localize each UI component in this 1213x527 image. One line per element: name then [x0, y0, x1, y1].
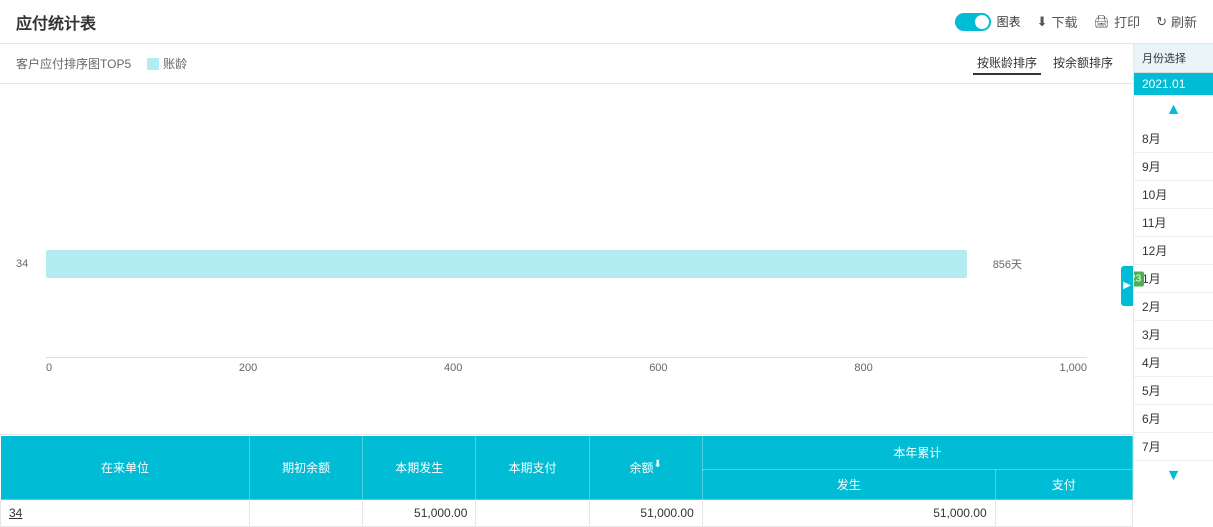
- app-header: 应付统计表 图表 ⬇ 下载 🖨 打印 ↻ 刷新: [0, 0, 1213, 44]
- x-label-0: 0: [46, 362, 52, 374]
- cell-laiwai: 34: [1, 500, 250, 527]
- sidebar-month-9[interactable]: 9月: [1134, 153, 1213, 181]
- chart-toggle-container[interactable]: 图表: [955, 13, 1021, 31]
- sidebar-year-2023-badge: 2023: [1133, 272, 1144, 287]
- th-laiwai: 在来单位: [1, 436, 250, 500]
- sidebar-year-label[interactable]: 2021.01: [1134, 73, 1213, 95]
- data-table: 在来单位 期初余额 本期发生 本期支付 余额⬇ 本年累计 发生 支付: [0, 435, 1133, 527]
- laiwai-link[interactable]: 34: [9, 506, 22, 520]
- th-benqi-zhifu: 本期支付: [476, 436, 589, 500]
- sidebar-month-5[interactable]: 5月: [1134, 377, 1213, 405]
- x-label-1000: 1,000: [1059, 362, 1087, 374]
- chart-header: 客户应付排序图TOP5 账龄 按账龄排序 按余额排序: [0, 44, 1133, 84]
- sort-by-balance-button[interactable]: 按账龄排序: [973, 52, 1041, 75]
- sidebar-month-11[interactable]: 11月: [1134, 209, 1213, 237]
- bar-end-label: 856天: [993, 256, 1022, 272]
- right-sidebar: 月份选择 2021.01 ▲ 8月 9月 10月 11月 12月 2023 1月…: [1133, 44, 1213, 491]
- chart-legend: 客户应付排序图TOP5 账龄: [16, 55, 187, 72]
- sidebar-month-8[interactable]: 8月: [1134, 125, 1213, 153]
- legend-color-zhangling: [147, 58, 159, 70]
- sidebar-collapse-arrow[interactable]: ▶: [1121, 266, 1133, 306]
- cell-yue: 51,000.00: [589, 500, 702, 527]
- chart-toggle-label: 图表: [997, 13, 1021, 30]
- download-label: 下载: [1052, 12, 1078, 31]
- sidebar-month-10[interactable]: 10月: [1134, 181, 1213, 209]
- download-icon: ⬇: [1037, 14, 1048, 30]
- sidebar-wrapper: ▶ 月份选择 2021.01 ▲ 8月 9月 10月 11月 12月 2023 …: [1133, 44, 1213, 527]
- cell-bennian-fasheng: 51,000.00: [702, 500, 995, 527]
- th-yue: 余额⬇: [589, 436, 702, 500]
- cell-benqi-fasheng: 51,000.00: [363, 500, 476, 527]
- chart-plot-area: 34 856天 0 200 400 600 800 1,000: [16, 154, 1087, 374]
- sort-by-amount-button[interactable]: 按余额排序: [1049, 52, 1117, 75]
- x-axis: 0 200 400 600 800 1,000: [46, 357, 1087, 374]
- th-qichu: 期初余额: [250, 436, 363, 500]
- header-actions: 图表 ⬇ 下载 🖨 打印 ↻ 刷新: [955, 12, 1197, 31]
- table-header-row-1: 在来单位 期初余额 本期发生 本期支付 余额⬇ 本年累计: [1, 436, 1133, 470]
- x-label-400: 400: [444, 362, 462, 374]
- chart-section: 客户应付排序图TOP5 账龄 按账龄排序 按余额排序 3: [0, 44, 1133, 527]
- legend-label-zhangling: 账龄: [163, 55, 187, 72]
- th-bennian: 本年累计: [702, 436, 1132, 470]
- sidebar-month-1[interactable]: 1月: [1134, 265, 1213, 293]
- print-label: 打印: [1114, 12, 1140, 31]
- chart-legend-title: 客户应付排序图TOP5: [16, 55, 131, 72]
- page-title: 应付统计表: [16, 10, 96, 34]
- chart-bar: 856天: [46, 250, 967, 278]
- refresh-icon: ↻: [1156, 14, 1167, 30]
- sidebar-up-button[interactable]: ▲: [1134, 95, 1213, 125]
- chart-canvas: 34 856天 0 200 400 600 800 1,000: [16, 94, 1117, 404]
- table-section: 在来单位 期初余额 本期发生 本期支付 余额⬇ 本年累计 发生 支付: [0, 434, 1133, 527]
- legend-item-zhangling: 账龄: [147, 55, 187, 72]
- sidebar-month-2[interactable]: 2月: [1134, 293, 1213, 321]
- th-bennian-fasheng: 发生: [702, 470, 995, 500]
- chart-sort-buttons: 按账龄排序 按余额排序: [973, 52, 1117, 75]
- print-icon: 🖨: [1094, 14, 1111, 30]
- sidebar-header-label: 月份选择: [1142, 50, 1186, 66]
- main-content: 客户应付排序图TOP5 账龄 按账龄排序 按余额排序 3: [0, 44, 1213, 527]
- chart-body: 34 856天 0 200 400 600 800 1,000: [0, 84, 1133, 434]
- sidebar-month-3[interactable]: 3月: [1134, 321, 1213, 349]
- table-row: 34 51,000.00 51,000.00 51,000.00: [1, 500, 1133, 527]
- sidebar-month-7[interactable]: 7月: [1134, 433, 1213, 461]
- sidebar-month-12[interactable]: 12月: [1134, 237, 1213, 265]
- x-label-200: 200: [239, 362, 257, 374]
- cell-benqi-zhifu: [476, 500, 589, 527]
- x-label-600: 600: [649, 362, 667, 374]
- sidebar-header: 月份选择: [1134, 44, 1213, 73]
- refresh-label: 刷新: [1171, 12, 1197, 31]
- bar-y-label: 34: [16, 258, 28, 270]
- sidebar-down-button[interactable]: ▼: [1134, 461, 1213, 491]
- cell-bennian-zhifu: [995, 500, 1132, 527]
- th-benqi-fasheng: 本期发生: [363, 436, 476, 500]
- download-button[interactable]: ⬇ 下载: [1037, 12, 1078, 31]
- sidebar-year-2023-container: 2023 1月: [1134, 265, 1213, 293]
- th-bennian-zhifu: 支付: [995, 470, 1132, 500]
- chart-toggle-switch[interactable]: [955, 13, 991, 31]
- sidebar-month-4[interactable]: 4月: [1134, 349, 1213, 377]
- x-label-800: 800: [854, 362, 872, 374]
- print-button[interactable]: 🖨 打印: [1094, 12, 1141, 31]
- sidebar-month-6[interactable]: 6月: [1134, 405, 1213, 433]
- cell-qichu: [250, 500, 363, 527]
- refresh-button[interactable]: ↻ 刷新: [1156, 12, 1197, 31]
